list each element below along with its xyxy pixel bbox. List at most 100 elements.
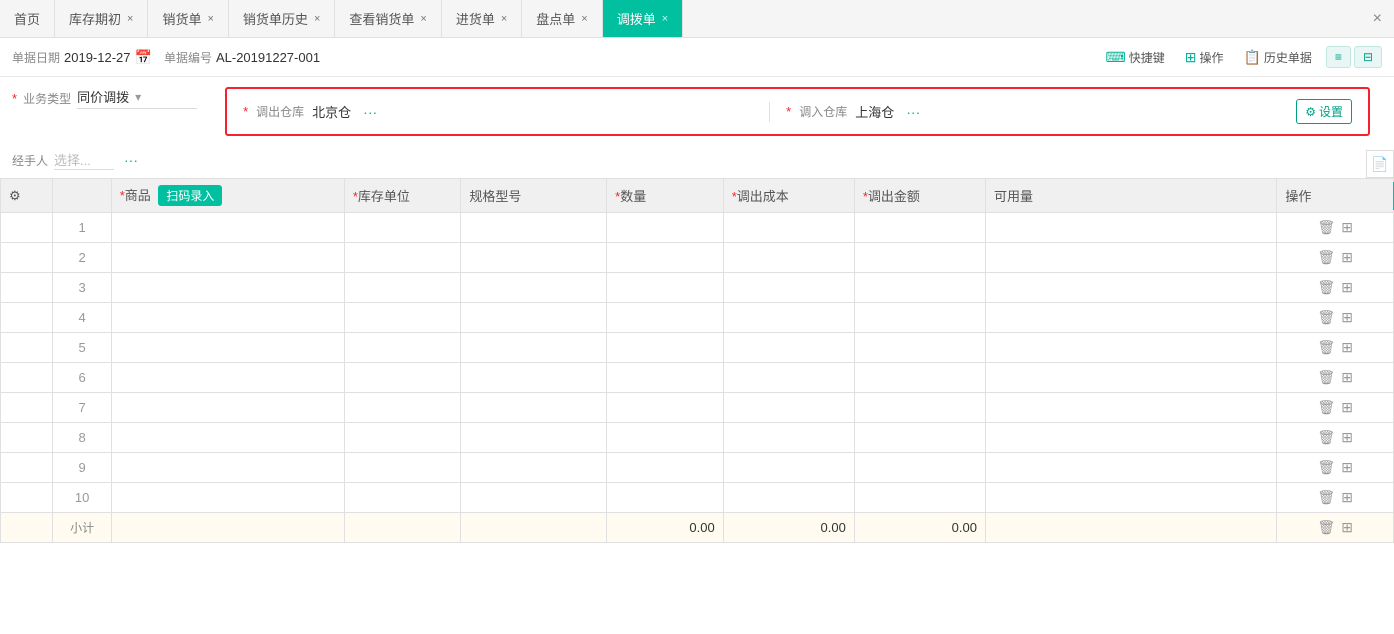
row-spec-cell[interactable] (461, 303, 607, 333)
row-copy-icon[interactable]: ⊞ (1341, 429, 1353, 446)
side-doc-icon[interactable]: 📄 (1366, 150, 1394, 178)
th-gear[interactable]: ⚙ (1, 179, 53, 213)
row-available-cell[interactable] (985, 213, 1276, 243)
row-product-cell[interactable] (111, 393, 344, 423)
close-all-tabs[interactable]: × (1361, 10, 1394, 28)
row-amount-cell[interactable] (854, 213, 985, 243)
row-available-cell[interactable] (985, 363, 1276, 393)
row-product-cell[interactable] (111, 243, 344, 273)
tab-purchase-order[interactable]: 进货单 × (442, 0, 522, 37)
row-qty-cell[interactable] (607, 273, 724, 303)
settings-button[interactable]: ⚙ 设置 (1296, 99, 1352, 124)
tab-home[interactable]: 首页 (0, 0, 55, 37)
row-available-cell[interactable] (985, 243, 1276, 273)
row-copy-icon[interactable]: ⊞ (1341, 309, 1353, 326)
row-spec-cell[interactable] (461, 363, 607, 393)
row-copy-icon[interactable]: ⊞ (1341, 339, 1353, 356)
row-spec-cell[interactable] (461, 243, 607, 273)
row-cost-cell[interactable] (723, 243, 854, 273)
row-cost-cell[interactable] (723, 333, 854, 363)
row-amount-cell[interactable] (854, 483, 985, 513)
row-delete-icon[interactable]: 🗑 (1317, 249, 1335, 266)
row-delete-icon[interactable]: 🗑 (1317, 339, 1335, 356)
business-type-select[interactable]: 同价调拨 ▾ (77, 87, 197, 109)
row-product-cell[interactable] (111, 453, 344, 483)
row-delete-icon[interactable]: 🗑 (1317, 429, 1335, 446)
row-qty-cell[interactable] (607, 213, 724, 243)
row-cost-cell[interactable] (723, 363, 854, 393)
row-amount-cell[interactable] (854, 273, 985, 303)
row-cost-cell[interactable] (723, 453, 854, 483)
row-delete-icon[interactable]: 🗑 (1317, 459, 1335, 476)
row-product-cell[interactable] (111, 333, 344, 363)
row-unit-cell[interactable] (344, 423, 461, 453)
row-spec-cell[interactable] (461, 393, 607, 423)
row-copy-icon[interactable]: ⊞ (1341, 279, 1353, 296)
row-product-cell[interactable] (111, 483, 344, 513)
row-qty-cell[interactable] (607, 333, 724, 363)
in-warehouse-more-icon[interactable]: ··· (906, 104, 920, 120)
row-available-cell[interactable] (985, 303, 1276, 333)
row-cost-cell[interactable] (723, 483, 854, 513)
close-tab-transfer[interactable]: × (662, 13, 668, 25)
row-amount-cell[interactable] (854, 363, 985, 393)
row-qty-cell[interactable] (607, 243, 724, 273)
calendar-icon[interactable]: 📅 (135, 49, 152, 66)
row-unit-cell[interactable] (344, 303, 461, 333)
row-cost-cell[interactable] (723, 303, 854, 333)
row-spec-cell[interactable] (461, 423, 607, 453)
row-qty-cell[interactable] (607, 483, 724, 513)
row-available-cell[interactable] (985, 423, 1276, 453)
tab-view-sales[interactable]: 查看销货单 × (335, 0, 441, 37)
row-qty-cell[interactable] (607, 423, 724, 453)
row-available-cell[interactable] (985, 453, 1276, 483)
row-unit-cell[interactable] (344, 453, 461, 483)
tab-inventory-init[interactable]: 库存期初 × (55, 0, 148, 37)
row-spec-cell[interactable] (461, 483, 607, 513)
row-cost-cell[interactable] (723, 393, 854, 423)
close-tab-sales-order[interactable]: × (207, 13, 213, 25)
row-product-cell[interactable] (111, 303, 344, 333)
row-unit-cell[interactable] (344, 393, 461, 423)
row-product-cell[interactable] (111, 423, 344, 453)
row-copy-icon[interactable]: ⊞ (1341, 489, 1353, 506)
row-product-cell[interactable] (111, 363, 344, 393)
row-amount-cell[interactable] (854, 333, 985, 363)
row-copy-icon[interactable]: ⊞ (1341, 519, 1353, 536)
row-amount-cell[interactable] (854, 393, 985, 423)
row-delete-icon[interactable]: 🗑 (1317, 399, 1335, 416)
row-unit-cell[interactable] (344, 243, 461, 273)
tab-stocktake[interactable]: 盘点单 × (522, 0, 602, 37)
row-unit-cell[interactable] (344, 333, 461, 363)
row-unit-cell[interactable] (344, 213, 461, 243)
close-tab-purchase-order[interactable]: × (501, 13, 507, 25)
tab-sales-order[interactable]: 销货单 × (148, 0, 228, 37)
row-amount-cell[interactable] (854, 243, 985, 273)
row-copy-icon[interactable]: ⊞ (1341, 459, 1353, 476)
row-copy-icon[interactable]: ⊞ (1341, 399, 1353, 416)
layout-toggle-2[interactable]: ⊟ (1354, 46, 1382, 68)
row-cost-cell[interactable] (723, 423, 854, 453)
history-button[interactable]: 📋 历史单据 (1237, 47, 1317, 68)
row-qty-cell[interactable] (607, 393, 724, 423)
row-qty-cell[interactable] (607, 453, 724, 483)
row-available-cell[interactable] (985, 273, 1276, 303)
row-product-cell[interactable] (111, 213, 344, 243)
row-amount-cell[interactable] (854, 423, 985, 453)
row-copy-icon[interactable]: ⊞ (1341, 369, 1353, 386)
row-copy-icon[interactable]: ⊞ (1341, 219, 1353, 236)
row-copy-icon[interactable]: ⊞ (1341, 249, 1353, 266)
row-cost-cell[interactable] (723, 273, 854, 303)
row-available-cell[interactable] (985, 483, 1276, 513)
close-tab-view-sales[interactable]: × (420, 13, 426, 25)
handler-input[interactable]: 选择... (54, 150, 114, 170)
tab-transfer[interactable]: 调拨单 × (603, 0, 683, 37)
operations-button[interactable]: ⊞ 操作 (1179, 47, 1230, 68)
row-spec-cell[interactable] (461, 273, 607, 303)
shortcuts-button[interactable]: ⌨ 快捷键 (1099, 47, 1170, 68)
row-product-cell[interactable] (111, 273, 344, 303)
scan-button[interactable]: 扫码录入 (158, 185, 222, 206)
layout-toggle-1[interactable]: ≡ (1326, 46, 1351, 68)
row-delete-icon[interactable]: 🗑 (1317, 219, 1335, 236)
row-unit-cell[interactable] (344, 273, 461, 303)
